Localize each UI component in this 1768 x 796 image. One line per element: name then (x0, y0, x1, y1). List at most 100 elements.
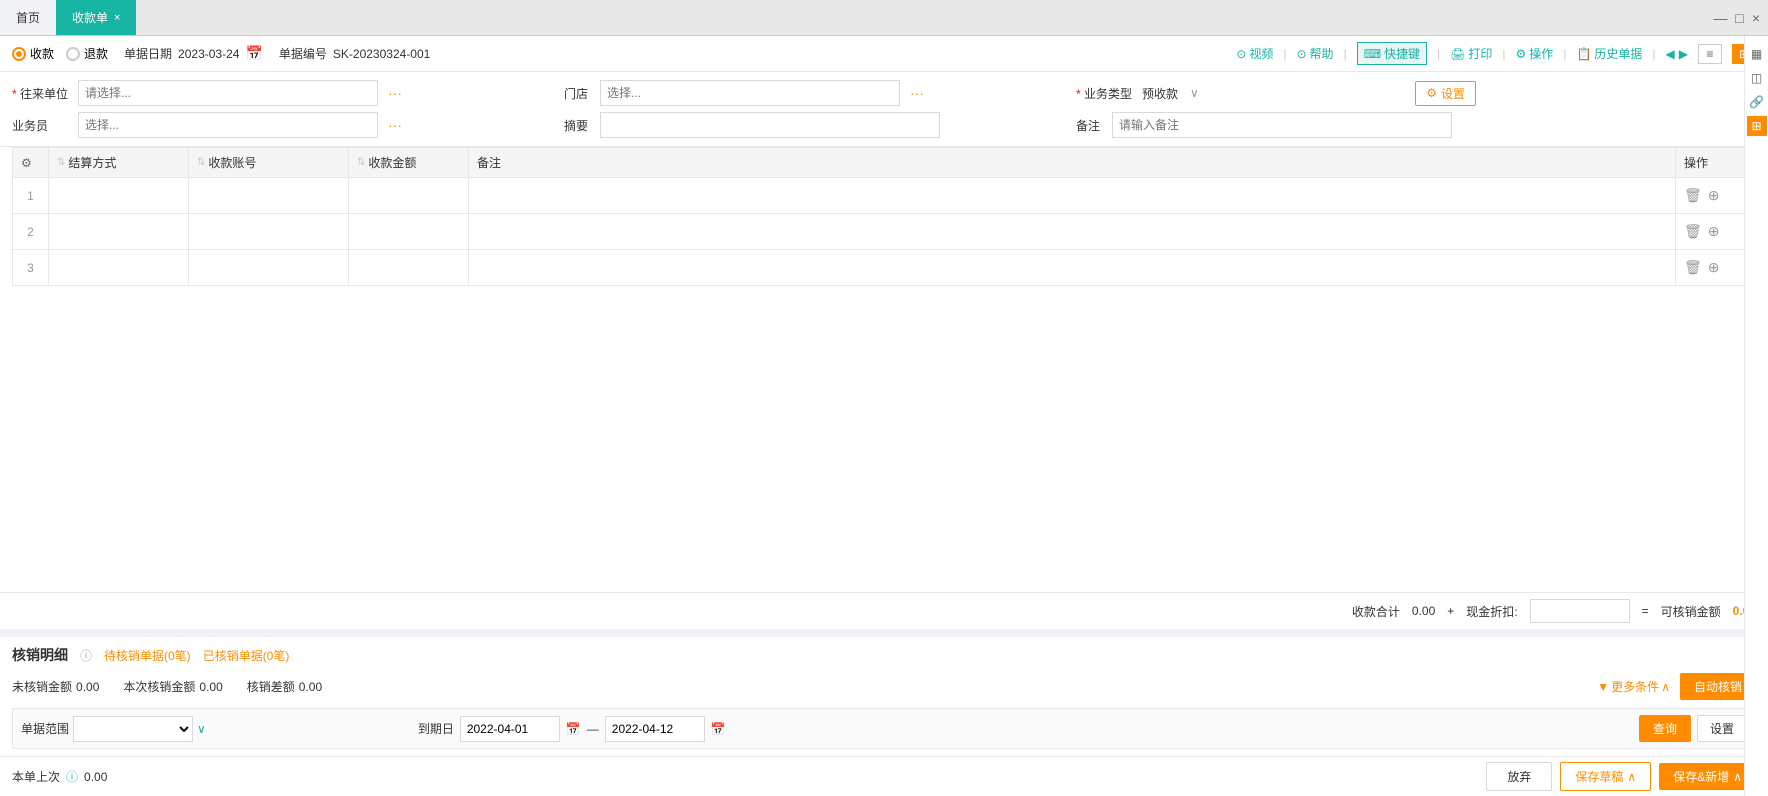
td-amount-2[interactable] (349, 214, 469, 250)
store-dots[interactable]: ··· (910, 85, 924, 101)
video-btn[interactable]: ⊙ 视频 (1236, 45, 1273, 62)
date-to-input[interactable] (605, 716, 705, 742)
footer-info-icon[interactable]: ⓘ (66, 768, 78, 785)
radio-tuiquan[interactable]: 退款 (66, 45, 108, 62)
verify-stats: 未核销金额 0.00 本次核销金额 0.00 核销差额 0.00 ▼ 更多条件 … (12, 673, 1756, 700)
help-btn[interactable]: ⊙ 帮助 (1296, 45, 1333, 62)
save-new-button[interactable]: 保存&新增 ∧ (1659, 763, 1756, 790)
tab-pending[interactable]: 待核销单据(0笔) (104, 647, 191, 664)
abandon-button[interactable]: 放弃 (1486, 762, 1552, 791)
tab-close-icon[interactable]: × (114, 12, 120, 24)
minimize-icon[interactable]: — (1713, 10, 1727, 26)
this-verify-stat: 本次核销金额 0.00 (123, 678, 222, 695)
delete-icon-3[interactable]: 🗑 (1684, 259, 1702, 276)
counterpart-input[interactable] (78, 80, 378, 106)
range-select[interactable] (73, 716, 193, 742)
td-account-1[interactable] (189, 178, 349, 214)
copy-icon-3[interactable]: ⊕ (1708, 259, 1720, 276)
td-amount-3[interactable] (349, 250, 469, 286)
td-notes-1[interactable] (469, 178, 1676, 214)
copy-icon-1[interactable]: ⊕ (1708, 187, 1720, 204)
td-notes-3[interactable] (469, 250, 1676, 286)
sidebar-icon-2: ◫ (1751, 71, 1762, 85)
counterpart-label: 往来单位 (12, 85, 72, 102)
th-notes: 备注 (469, 148, 1676, 178)
sidebar-btn-4[interactable]: ⊞ (1747, 116, 1767, 136)
tab-home[interactable]: 首页 (0, 0, 56, 35)
tab-active-label: 收款单 (72, 9, 108, 26)
counterpart-dots[interactable]: ··· (388, 85, 402, 101)
more-conditions-btn[interactable]: ▼ 更多条件 ∧ (1597, 678, 1670, 695)
notes-input[interactable] (1112, 112, 1452, 138)
discount-input[interactable] (1530, 599, 1630, 623)
biz-type-label: 业务类型 (1076, 85, 1136, 102)
separator5: | (1563, 47, 1566, 61)
date-from-input[interactable] (460, 716, 560, 742)
td-amount-1[interactable] (349, 178, 469, 214)
sidebar-btn-2[interactable]: ◫ (1747, 68, 1767, 88)
td-index-1: 1 (13, 178, 49, 214)
td-notes-2[interactable] (469, 214, 1676, 250)
biz-type-arrow[interactable]: ∨ (1190, 86, 1199, 100)
td-settlement-2[interactable] (49, 214, 189, 250)
delete-icon-1[interactable]: 🗑 (1684, 187, 1702, 204)
equals-sign: = (1642, 604, 1649, 618)
radio-circle-inactive (66, 47, 80, 61)
view-list-btn[interactable]: ≡ (1698, 44, 1722, 64)
summary-input[interactable] (600, 112, 940, 138)
shortcut-icon: ⌨ (1364, 47, 1381, 61)
summary-row: 收款合计 0.00 + 现金折扣: = 可核销金额 0.00 (0, 592, 1768, 629)
calendar-icon[interactable]: 📅 (245, 45, 262, 62)
shortcut-btn[interactable]: ⌨ 快捷键 (1357, 42, 1427, 65)
range-select-wrap: 单据范围 ∨ (21, 716, 206, 742)
delete-icon-2[interactable]: 🗑 (1684, 223, 1702, 240)
radio-shouquan[interactable]: 收款 (12, 45, 54, 62)
tab-done[interactable]: 已核销单据(0笔) (203, 647, 290, 664)
window-close-icon[interactable]: × (1752, 10, 1760, 26)
salesperson-dots[interactable]: ··· (388, 117, 402, 133)
print-btn[interactable]: 🖨 打印 (1450, 45, 1492, 62)
th-settings: ⚙ (13, 148, 49, 178)
total-value: 0.00 (1412, 604, 1435, 618)
footer-value: 0.00 (84, 770, 107, 784)
store-input[interactable] (600, 80, 900, 106)
settings-button[interactable]: ⚙ 设置 (1415, 81, 1476, 106)
tab-active[interactable]: 收款单 × (56, 0, 136, 35)
table-gear-icon[interactable]: ⚙ (21, 156, 32, 170)
td-settlement-3[interactable] (49, 250, 189, 286)
sidebar-btn-3[interactable]: 🔗 (1747, 92, 1767, 112)
operations-btn[interactable]: ⚙ 操作 (1516, 45, 1554, 62)
next-icon[interactable]: ▶ (1679, 47, 1688, 61)
maximize-icon[interactable]: □ (1735, 10, 1743, 26)
prev-icon[interactable]: ◀ (1666, 47, 1675, 61)
td-account-3[interactable] (189, 250, 349, 286)
help-icon: ⊙ (1296, 47, 1306, 61)
toolbar: 收款 退款 单据日期 2023-03-24 📅 单据编号 SK-20230324… (0, 36, 1768, 72)
table-section: ⚙ ⇅ 结算方式 ⇅ 收款账号 (0, 147, 1768, 592)
notes-label: 备注 (1076, 117, 1106, 134)
copy-icon-2[interactable]: ⊕ (1708, 223, 1720, 240)
td-settlement-1[interactable] (49, 178, 189, 214)
number-label: 单据编号 (279, 45, 327, 62)
history-btn[interactable]: 📋 历史单据 (1576, 45, 1642, 62)
query-button[interactable]: 查询 (1639, 715, 1691, 742)
th-account-label: 收款账号 (208, 154, 256, 171)
draft-arrow-icon: ∧ (1627, 770, 1636, 784)
radio-circle-active (12, 47, 26, 61)
calendar-to-icon[interactable]: 📅 (711, 722, 726, 736)
salesperson-input[interactable] (78, 112, 378, 138)
store-group: 门店 ··· (564, 80, 1044, 106)
footer-this-max-label: 本单上次 (12, 768, 60, 785)
sort-arrows-settlement: ⇅ (57, 157, 65, 168)
range-arrow-icon[interactable]: ∨ (197, 722, 206, 736)
verify-settings-button[interactable]: 设置 (1697, 715, 1747, 742)
query-actions: 查询 设置 (1639, 715, 1747, 742)
separator2: | (1344, 47, 1347, 61)
td-account-2[interactable] (189, 214, 349, 250)
operations-label: 操作 (1529, 45, 1553, 62)
draft-button[interactable]: 保存草稿 ∧ (1560, 762, 1651, 791)
verify-info-icon[interactable]: ⓘ (80, 647, 92, 664)
sidebar-btn-1[interactable]: ▦ (1747, 44, 1767, 64)
calendar-from-icon[interactable]: 📅 (566, 722, 581, 736)
summary-label: 摘要 (564, 117, 594, 134)
